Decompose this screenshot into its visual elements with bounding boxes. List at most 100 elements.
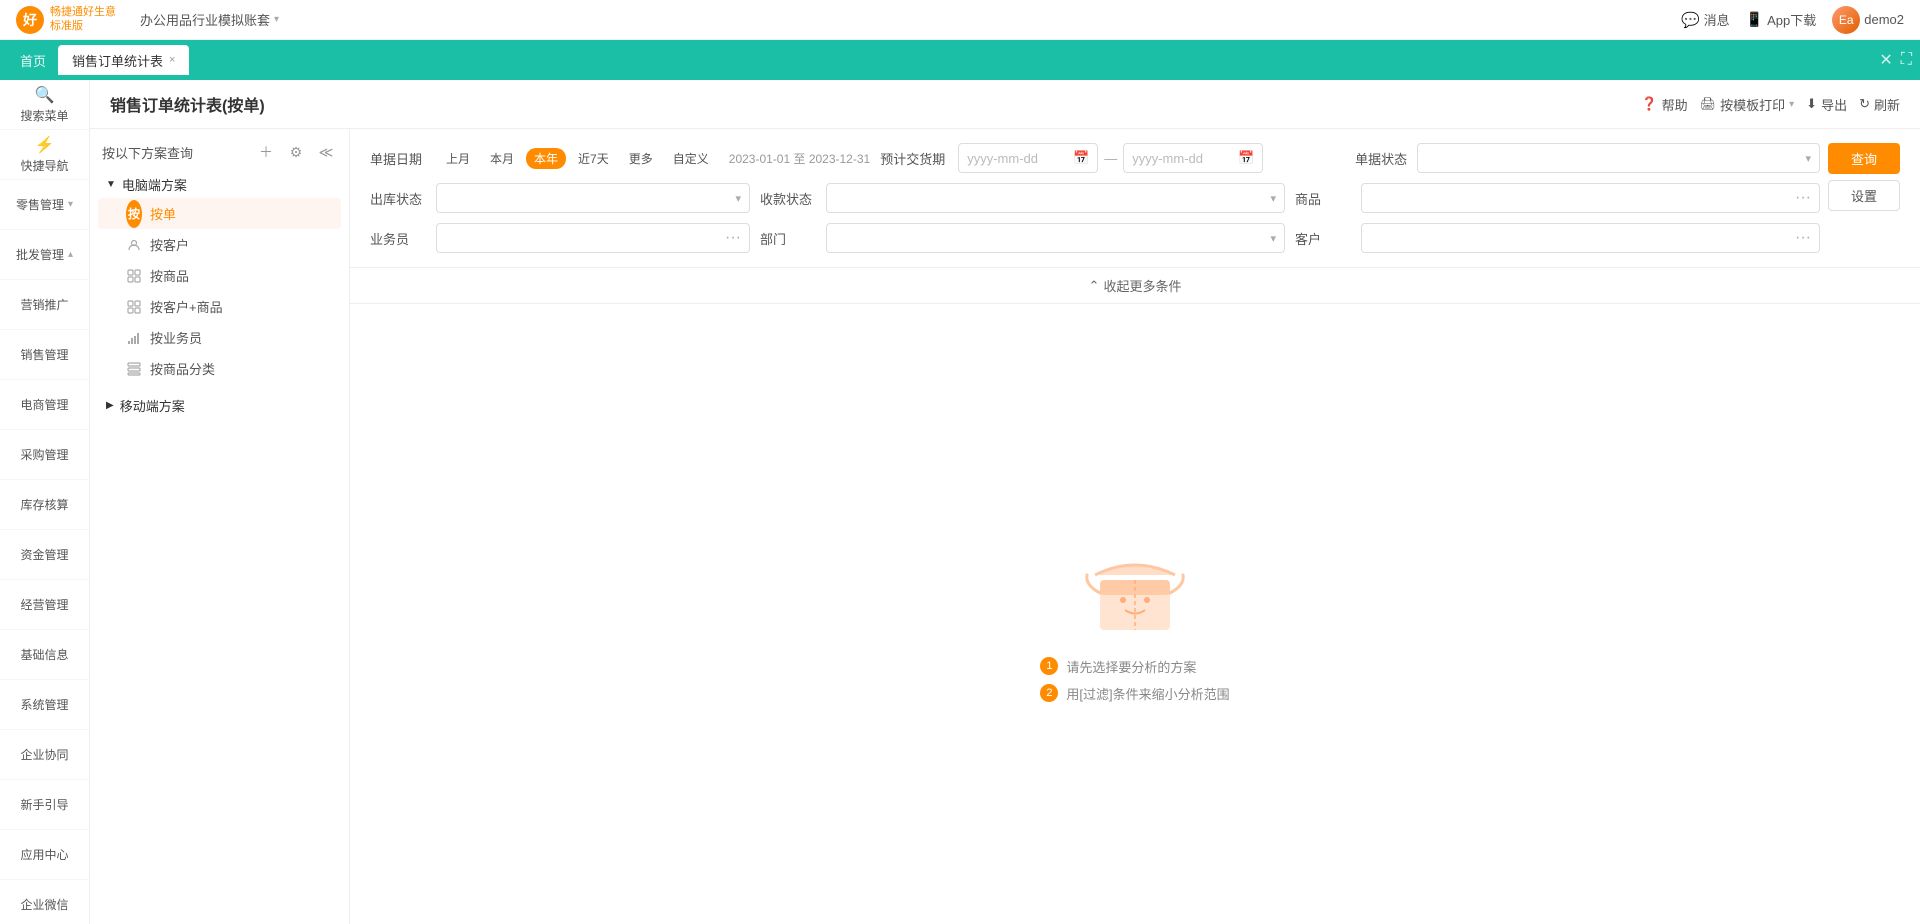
date-label: 单据日期 — [370, 149, 430, 168]
tab-bar-right: ✕ ⛶ — [1879, 50, 1912, 70]
help-button[interactable]: ❓ 帮助 — [1641, 95, 1687, 114]
goods-select[interactable]: ··· — [1361, 183, 1820, 213]
shortcut-custom[interactable]: 自定义 — [665, 148, 717, 169]
pay-status-select[interactable]: ▾ — [826, 183, 1285, 213]
expected-date-label: 预计交货期 — [880, 149, 952, 168]
add-scheme-button[interactable]: ＋ — [255, 141, 277, 163]
shortcut-more[interactable]: 更多 — [621, 148, 661, 169]
empty-hints: 1 请先选择要分析的方案 2 用[过滤]条件来缩小分析范围 — [1040, 657, 1229, 703]
scheme-item-by-order[interactable]: 按 按单 — [98, 198, 341, 229]
mobile-scheme-group: ▶ 移动端方案 — [90, 392, 349, 419]
out-status-select[interactable]: ▾ — [436, 183, 750, 213]
collapse-panel-button[interactable]: ≪ — [315, 141, 337, 163]
sidebar-item-new-guide[interactable]: 新手引导 — [0, 780, 89, 830]
right-panel: 单据日期 上月 本月 本年 近7天 更多 自定义 — [350, 129, 1920, 924]
scheme-item-by-customer[interactable]: 按客户 — [98, 229, 341, 260]
tab-close-button[interactable]: × — [169, 54, 175, 66]
customer-select[interactable]: ··· — [1361, 223, 1820, 253]
collapse-bar[interactable]: ⌃ 收起更多条件 — [350, 268, 1920, 304]
expected-date-to[interactable]: yyyy-mm-dd 📅 — [1123, 143, 1263, 173]
salesman-select[interactable]: ··· — [436, 223, 750, 253]
calendar-icon: 📅 — [1073, 150, 1089, 166]
sidebar-item-finance-mgmt[interactable]: 资金管理 — [0, 530, 89, 580]
customer-scheme-icon — [126, 237, 142, 253]
desktop-scheme-header[interactable]: ▼ 电脑端方案 — [98, 171, 341, 198]
user-menu[interactable]: Ea demo2 — [1832, 6, 1904, 34]
query-button[interactable]: 查询 — [1828, 143, 1900, 174]
page-header: 销售订单统计表(按单) ❓ 帮助 🖨 按模板打印 ▾ ⬇ 导出 ↻ 刷新 — [90, 80, 1920, 129]
settings-scheme-button[interactable]: ⚙ — [285, 141, 307, 163]
mobile-scheme-header[interactable]: ▶ 移动端方案 — [98, 392, 341, 419]
date-shortcuts: 上月 本月 本年 近7天 更多 自定义 — [438, 148, 717, 169]
sidebar-item-sales-mgmt[interactable]: 销售管理 — [0, 330, 89, 380]
goods-category-scheme-icon — [126, 361, 142, 377]
sidebar-item-search-menu[interactable]: 🔍 搜索菜单 — [0, 80, 89, 130]
sidebar-item-marketing[interactable]: 营销推广 — [0, 280, 89, 330]
messages-button[interactable]: 💬 消息 — [1681, 10, 1730, 29]
sidebar-item-app-center[interactable]: 应用中心 — [0, 830, 89, 880]
calendar-icon2: 📅 — [1238, 150, 1254, 166]
search-icon: 🔍 — [35, 85, 55, 105]
order-scheme-icon: 按 — [126, 206, 142, 222]
logo-text: 畅捷通好生意 标准版 — [50, 6, 116, 32]
dept-select[interactable]: ▾ — [826, 223, 1285, 253]
sidebar-item-enterprise-wechat[interactable]: 企业微信 — [0, 880, 89, 924]
logo-area: 好 畅捷通好生意 标准版 — [16, 6, 116, 34]
salesman-label: 业务员 — [370, 229, 430, 248]
out-status-label: 出库状态 — [370, 189, 430, 208]
scheme-item-by-customer-goods[interactable]: 按客户+商品 — [98, 291, 341, 322]
customer-more-icon[interactable]: ··· — [1795, 229, 1811, 247]
top-bar-right: 💬 消息 📱 App下载 Ea demo2 — [1681, 6, 1904, 34]
chevron-down-icon: ▾ — [68, 199, 73, 210]
sidebar-item-purchase-mgmt[interactable]: 采购管理 — [0, 430, 89, 480]
sidebar-item-wholesale-mgmt[interactable]: 批发管理 ▴ — [0, 230, 89, 280]
shortcut-last-month[interactable]: 上月 — [438, 148, 478, 169]
scheme-item-by-salesman[interactable]: 按业务员 — [98, 322, 341, 353]
sidebar-item-sys-mgmt[interactable]: 系统管理 — [0, 680, 89, 730]
empty-hint-2: 2 用[过滤]条件来缩小分析范围 — [1040, 684, 1229, 703]
print-chevron-icon: ▾ — [1789, 99, 1794, 110]
tab-home[interactable]: 首页 — [8, 51, 58, 70]
status-select[interactable]: ▾ — [1417, 143, 1820, 173]
shortcut-this-month[interactable]: 本月 — [482, 148, 522, 169]
dept-label: 部门 — [760, 229, 820, 248]
goods-scheme-icon — [126, 268, 142, 284]
filter-area: 单据日期 上月 本月 本年 近7天 更多 自定义 — [350, 129, 1920, 268]
tab-active[interactable]: 销售订单统计表 × — [58, 45, 189, 75]
scheme-item-by-goods[interactable]: 按商品 — [98, 260, 341, 291]
sidebar-item-enterprise-collab[interactable]: 企业协同 — [0, 730, 89, 780]
template-print-button[interactable]: 🖨 按模板打印 ▾ — [1700, 95, 1795, 114]
maximize-tab-icon[interactable]: ⛶ — [1901, 51, 1912, 69]
sidebar-item-inventory[interactable]: 库存核算 — [0, 480, 89, 530]
chevron-up-icon: ▴ — [68, 249, 73, 260]
app-selector[interactable]: 办公用品行业模拟账套 ▾ — [140, 10, 279, 29]
dept-arrow: ▾ — [1270, 232, 1276, 245]
triangle-right-icon: ▶ — [106, 400, 114, 411]
sidebar-item-retail-mgmt[interactable]: 零售管理 ▾ — [0, 180, 89, 230]
sidebar-item-ecommerce[interactable]: 电商管理 — [0, 380, 89, 430]
close-tab-icon[interactable]: ✕ — [1879, 50, 1892, 70]
page-actions: ❓ 帮助 🖨 按模板打印 ▾ ⬇ 导出 ↻ 刷新 — [1641, 95, 1900, 114]
sidebar-item-quick-nav[interactable]: ⚡ 快捷导航 — [0, 130, 89, 180]
top-bar: 好 畅捷通好生意 标准版 办公用品行业模拟账套 ▾ 💬 消息 📱 App下载 E… — [0, 0, 1920, 40]
expected-date-from[interactable]: yyyy-mm-dd 📅 — [958, 143, 1098, 173]
tab-bar: 首页 销售订单统计表 × ✕ ⛶ — [0, 40, 1920, 80]
salesman-more-icon[interactable]: ··· — [725, 229, 741, 247]
logo-icon: 好 — [16, 6, 44, 34]
collapse-icon: ⌃ — [1089, 278, 1100, 294]
mobile-scheme-label: 移动端方案 — [120, 396, 185, 415]
refresh-button[interactable]: ↻ 刷新 — [1859, 95, 1900, 114]
date-range-text: 2023-01-01 至 2023-12-31 — [729, 150, 870, 167]
shortcut-this-year[interactable]: 本年 — [526, 148, 566, 169]
export-icon: ⬇ — [1806, 96, 1817, 112]
shortcut-7days[interactable]: 近7天 — [570, 148, 617, 169]
scheme-item-by-goods-category[interactable]: 按商品分类 — [98, 353, 341, 384]
app-download-button[interactable]: 📱 App下载 — [1746, 10, 1817, 29]
sidebar-item-ops-mgmt[interactable]: 经营管理 — [0, 580, 89, 630]
settings-button[interactable]: 设置 — [1828, 180, 1900, 211]
chevron-down-icon: ▾ — [274, 14, 279, 25]
sidebar: 🔍 搜索菜单 ⚡ 快捷导航 零售管理 ▾ 批发管理 ▴ 营销推广 销售管理 电商… — [0, 80, 90, 924]
export-button[interactable]: ⬇ 导出 — [1806, 95, 1847, 114]
sidebar-item-basic-info[interactable]: 基础信息 — [0, 630, 89, 680]
goods-more-icon[interactable]: ··· — [1795, 189, 1811, 207]
